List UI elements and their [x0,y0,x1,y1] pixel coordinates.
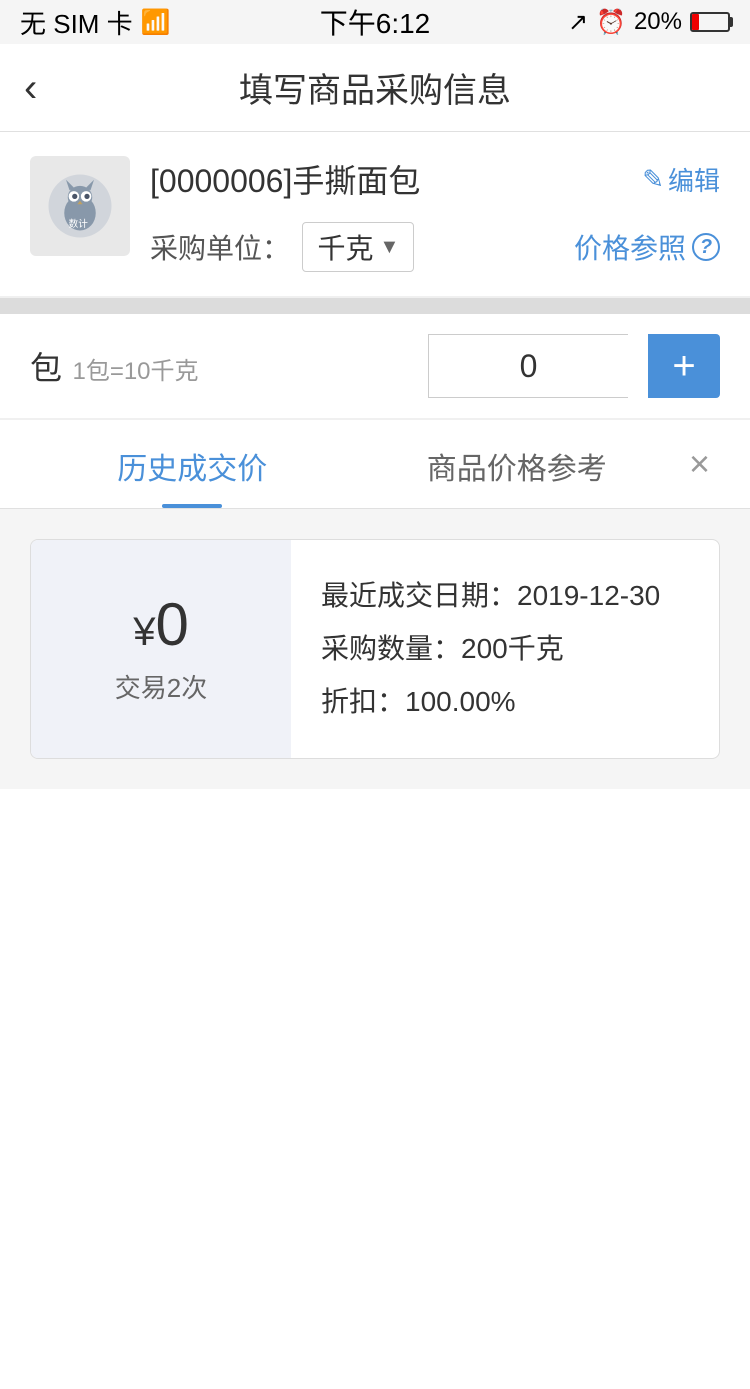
status-time: 下午6:12 [320,2,431,42]
discount-label: 折扣： [321,686,405,717]
tab-product-price-ref[interactable]: 商品价格参考 [354,420,678,508]
battery-percent: 20% [634,8,682,36]
svg-text:数计: 数计 [69,218,89,230]
edit-icon: ✎ [642,164,664,195]
product-info: [0000006]手撕面包 ✎ 编辑 采购单位： 千克 ▼ 价格参照 ? [150,156,720,272]
quantity-value: 0 [520,348,538,385]
unit-select[interactable]: 千克 ▼ [302,222,414,272]
status-left: 无 SIM 卡 📶 [20,4,171,41]
tab-close-button[interactable]: × [679,446,720,482]
wifi-icon: 📶 [141,8,171,37]
product-header: [0000006]手撕面包 ✎ 编辑 [150,156,720,202]
info-icon: ? [692,233,720,261]
quantity-sub-label: 1包=10千克 [72,358,198,385]
battery-icon [690,12,730,32]
history-content: ¥0 交易2次 最近成交日期：2019-12-30 采购数量：200千克 折扣：… [0,509,750,789]
purchase-qty-label: 采购数量： [321,633,461,664]
purchase-row: 采购单位： 千克 ▼ 价格参照 ? [150,222,720,272]
quantity-plus-button[interactable]: + [648,334,720,398]
price-value: 0 [155,591,188,658]
alarm-icon: ⏰ [596,8,626,37]
price-ref-button[interactable]: 价格参照 ? [574,227,720,267]
price-card: ¥0 交易2次 最近成交日期：2019-12-30 采购数量：200千克 折扣：… [30,539,720,759]
purchase-qty-row: 采购数量：200千克 [321,629,689,668]
carrier-label: 无 SIM 卡 [20,4,133,41]
status-bar: 无 SIM 卡 📶 下午6:12 ↗ ⏰ 20% [0,0,750,44]
discount-row: 折扣：100.00% [321,682,689,721]
price-card-right: 最近成交日期：2019-12-30 采购数量：200千克 折扣：100.00% [291,540,719,758]
tab-history-label: 历史成交价 [117,453,267,486]
bottom-area [0,789,750,1389]
purchase-qty-value: 200千克 [461,633,564,664]
edit-label: 编辑 [668,161,720,198]
purchase-unit-label: 采购单位： [150,233,290,264]
transactions-label: 交易2次 [115,668,207,705]
tabs-container: 历史成交价 商品价格参考 × [0,420,750,509]
edit-button[interactable]: ✎ 编辑 [642,161,720,198]
quantity-unit-label: 包 [30,350,62,386]
quantity-label-section: 包 1包=10千克 [30,343,199,389]
purchase-unit-section: 采购单位： 千克 ▼ [150,222,414,272]
status-right: ↗ ⏰ 20% [568,8,730,37]
section-divider [0,298,750,314]
dropdown-arrow-icon: ▼ [379,236,399,259]
discount-value: 100.00% [405,686,516,717]
product-card: 数计 [0000006]手撕面包 ✎ 编辑 采购单位： 千克 ▼ 价格参照 ? [0,132,750,296]
price-amount: ¥0 [133,592,189,658]
plus-icon: + [672,344,695,389]
tab-history-price[interactable]: 历史成交价 [30,420,354,508]
tab-product-price-label: 商品价格参考 [427,453,607,486]
unit-value: 千克 [317,227,373,267]
page-title: 填写商品采购信息 [239,63,511,112]
quantity-input[interactable]: 0 [428,334,628,398]
back-button[interactable]: ‹ [24,68,37,108]
price-ref-label: 价格参照 [574,227,686,267]
recent-date-label: 最近成交日期： [321,580,517,611]
nav-bar: ‹ 填写商品采购信息 [0,44,750,132]
location-icon: ↗ [568,8,588,37]
price-card-left: ¥0 交易2次 [31,540,291,758]
recent-date-value: 2019-12-30 [517,580,660,611]
product-logo: 数计 [45,171,115,241]
recent-date-row: 最近成交日期：2019-12-30 [321,576,689,615]
product-image: 数计 [30,156,130,256]
product-name: [0000006]手撕面包 [150,156,420,202]
quantity-row: 包 1包=10千克 0 + [0,314,750,418]
currency-symbol: ¥ [133,610,155,654]
